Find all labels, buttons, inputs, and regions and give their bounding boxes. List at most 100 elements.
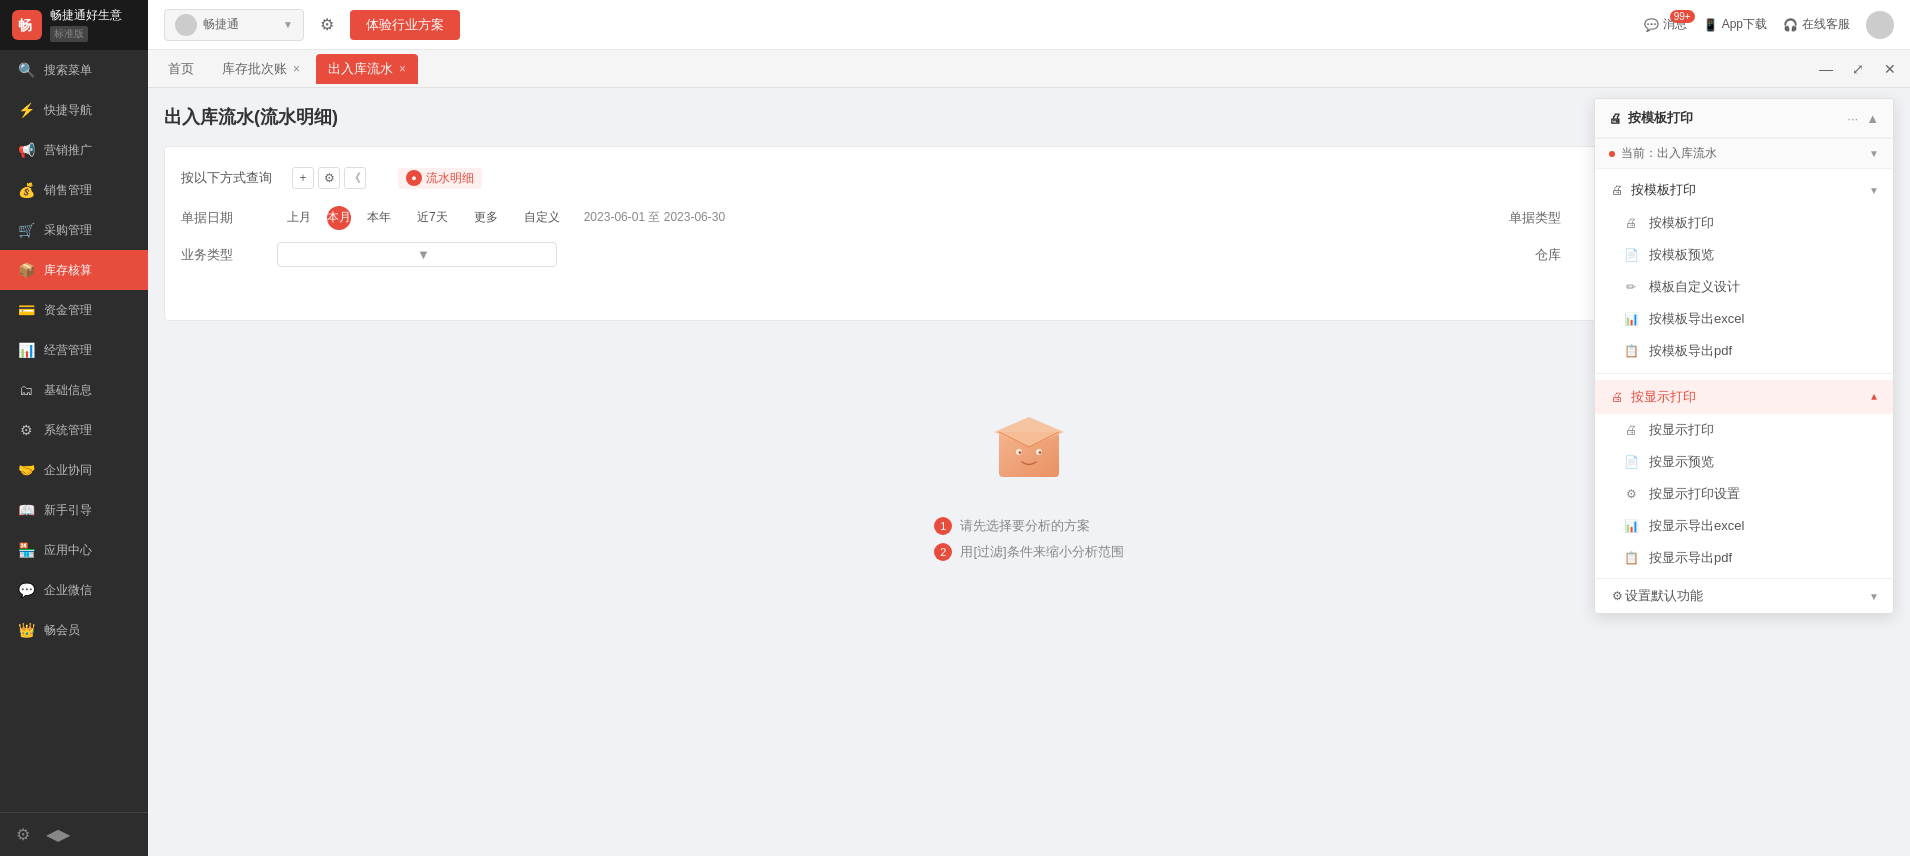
template-preview-icon: 📄 <box>1623 247 1639 263</box>
dropdown-item-template-pdf[interactable]: 📋 按模板导出pdf <box>1595 335 1893 367</box>
tab-maximize-button[interactable]: ⤢ <box>1846 57 1870 81</box>
empty-illustration <box>979 397 1079 497</box>
sidebar: 畅 畅捷通好生意 标准版 🔍 搜索菜单 ⚡ 快捷导航 📢 营销推广 💰 销售管理… <box>0 0 148 856</box>
tab-batch[interactable]: 库存批次账 × <box>210 54 312 84</box>
app-center-icon: 🏪 <box>16 540 36 560</box>
user-avatar-selector <box>175 14 197 36</box>
dropdown-item-display-excel[interactable]: 📊 按显示导出excel <box>1595 510 1893 542</box>
dropdown-item-template-preview[interactable]: 📄 按模板预览 <box>1595 239 1893 271</box>
template-print-icon: 🖨 <box>1623 215 1639 231</box>
template-preview-label: 按模板预览 <box>1649 246 1714 264</box>
messages-button[interactable]: 💬 消息 99+ <box>1644 16 1687 33</box>
setting-default-icon: ⚙ <box>1609 588 1625 604</box>
bottom-setting-arrow-icon: ▼ <box>1869 591 1879 602</box>
date-tag-more[interactable]: 更多 <box>464 207 508 228</box>
date-tag-7-days[interactable]: 近7天 <box>407 207 458 228</box>
sidebar-label-finance: 资金管理 <box>44 302 92 319</box>
message-icon: 💬 <box>1644 18 1659 32</box>
sidebar-label-guide: 新手引导 <box>44 502 92 519</box>
sidebar-item-system[interactable]: ⚙ 系统管理 <box>0 410 148 450</box>
display-pdf-icon: 📋 <box>1623 550 1639 566</box>
sidebar-item-member[interactable]: 👑 畅会员 <box>0 610 148 650</box>
guide-icon: 📖 <box>16 500 36 520</box>
tab-close-button[interactable]: ✕ <box>1878 57 1902 81</box>
sidebar-item-purchase[interactable]: 🛒 采购管理 <box>0 210 148 250</box>
current-dot-icon <box>1609 151 1615 157</box>
messages-badge: 99+ <box>1670 10 1695 23</box>
tip-num-2: 2 <box>934 543 952 561</box>
dropdown-item-display-print[interactable]: 🖨 按显示打印 <box>1595 414 1893 446</box>
display-section-label: 按显示打印 <box>1631 388 1696 406</box>
date-tag-this-month[interactable]: 本月 <box>327 206 351 230</box>
sidebar-item-guide[interactable]: 📖 新手引导 <box>0 490 148 530</box>
date-tag-custom[interactable]: 自定义 <box>514 207 570 228</box>
sidebar-label-purchase: 采购管理 <box>44 222 92 239</box>
sales-icon: 💰 <box>16 180 36 200</box>
sidebar-item-marketing[interactable]: 📢 营销推广 <box>0 130 148 170</box>
bottom-settings-icon[interactable]: ⚙ <box>16 825 30 844</box>
customer-service-label: 在线客服 <box>1802 16 1850 33</box>
dropdown-item-display-print-settings[interactable]: ⚙ 按显示打印设置 <box>1595 478 1893 510</box>
logo-version: 标准版 <box>50 26 88 42</box>
template-section-header[interactable]: 🖨 按模板打印 ▼ <box>1595 173 1893 207</box>
topbar-right: 💬 消息 99+ 📱 App下载 🎧 在线客服 <box>1644 11 1894 39</box>
dropdown-close-button[interactable]: ▲ <box>1866 111 1879 126</box>
dropdown-more-button[interactable]: ··· <box>1847 111 1858 126</box>
filter-section-container: ● 流水明细 <box>398 168 482 189</box>
sidebar-label-inventory: 库存核算 <box>44 262 92 279</box>
sidebar-label-app-center: 应用中心 <box>44 542 92 559</box>
enterprise-icon: 🤝 <box>16 460 36 480</box>
display-print-icon: 🖨 <box>1623 422 1639 438</box>
sidebar-item-search[interactable]: 🔍 搜索菜单 <box>0 50 148 90</box>
sidebar-item-operations[interactable]: 📊 经营管理 <box>0 330 148 370</box>
user-avatar-top[interactable] <box>1866 11 1894 39</box>
sidebar-item-quick-nav[interactable]: ⚡ 快捷导航 <box>0 90 148 130</box>
tip-text-2: 用[过滤]条件来缩小分析范围 <box>960 543 1123 561</box>
bottom-setting-label: 设置默认功能 <box>1625 587 1703 605</box>
sidebar-label-quick-nav: 快捷导航 <box>44 102 92 119</box>
svg-point-5 <box>1039 451 1042 454</box>
sidebar-item-enterprise[interactable]: 🤝 企业协同 <box>0 450 148 490</box>
bottom-collapse-icon[interactable]: ◀▶ <box>46 825 70 844</box>
filter-section-icon: ● <box>406 170 422 186</box>
dropdown-item-display-preview[interactable]: 📄 按显示预览 <box>1595 446 1893 478</box>
sidebar-item-app-center[interactable]: 🏪 应用中心 <box>0 530 148 570</box>
sidebar-label-marketing: 营销推广 <box>44 142 92 159</box>
filter-collapse-button[interactable]: 《 <box>344 167 366 189</box>
date-tag-last-month[interactable]: 上月 <box>277 207 321 228</box>
template-section-arrow-icon: ▼ <box>1869 185 1879 196</box>
tab-actions: — ⤢ ✕ <box>1814 57 1902 81</box>
dropdown-item-template-excel[interactable]: 📊 按模板导出excel <box>1595 303 1893 335</box>
tab-flow-close-icon[interactable]: × <box>399 62 406 76</box>
bottom-setting-button[interactable]: ⚙ 设置默认功能 ▼ <box>1595 578 1893 613</box>
dropdown-item-template-print[interactable]: 🖨 按模板打印 <box>1595 207 1893 239</box>
tab-flow[interactable]: 出入库流水 × <box>316 54 418 84</box>
logo-icon: 畅 <box>12 10 42 40</box>
date-tag-this-year[interactable]: 本年 <box>357 207 401 228</box>
sidebar-item-wecom[interactable]: 💬 企业微信 <box>0 570 148 610</box>
sidebar-label-sales: 销售管理 <box>44 182 92 199</box>
display-pdf-label: 按显示导出pdf <box>1649 549 1732 567</box>
filter-add-button[interactable]: + <box>292 167 314 189</box>
customer-service-button[interactable]: 🎧 在线客服 <box>1783 16 1850 33</box>
dropdown-title-text: 按模板打印 <box>1628 109 1693 127</box>
dropdown-item-template-custom[interactable]: ✏ 模板自定义设计 <box>1595 271 1893 303</box>
app-download-button[interactable]: 📱 App下载 <box>1703 16 1767 33</box>
tab-minimize-button[interactable]: — <box>1814 57 1838 81</box>
sidebar-nav: 🔍 搜索菜单 ⚡ 快捷导航 📢 营销推广 💰 销售管理 🛒 采购管理 📦 库存核… <box>0 50 148 812</box>
sidebar-label-member: 畅会员 <box>44 622 80 639</box>
tab-batch-close-icon[interactable]: × <box>293 62 300 76</box>
dropdown-item-display-pdf[interactable]: 📋 按显示导出pdf <box>1595 542 1893 574</box>
trial-button[interactable]: 体验行业方案 <box>350 10 460 40</box>
business-type-input[interactable]: ▼ <box>277 242 557 267</box>
sidebar-item-sales[interactable]: 💰 销售管理 <box>0 170 148 210</box>
tab-home[interactable]: 首页 <box>156 54 206 84</box>
gear-button[interactable]: ⚙ <box>312 10 342 40</box>
sidebar-item-finance[interactable]: 💳 资金管理 <box>0 290 148 330</box>
filter-settings-button[interactable]: ⚙ <box>318 167 340 189</box>
sidebar-item-inventory[interactable]: 📦 库存核算 <box>0 250 148 290</box>
sidebar-item-base[interactable]: 🗂 基础信息 <box>0 370 148 410</box>
sidebar-label-base: 基础信息 <box>44 382 92 399</box>
user-selector[interactable]: 畅捷通 ▼ <box>164 9 304 41</box>
display-section-header[interactable]: 🖨 按显示打印 ▼ <box>1595 380 1893 414</box>
